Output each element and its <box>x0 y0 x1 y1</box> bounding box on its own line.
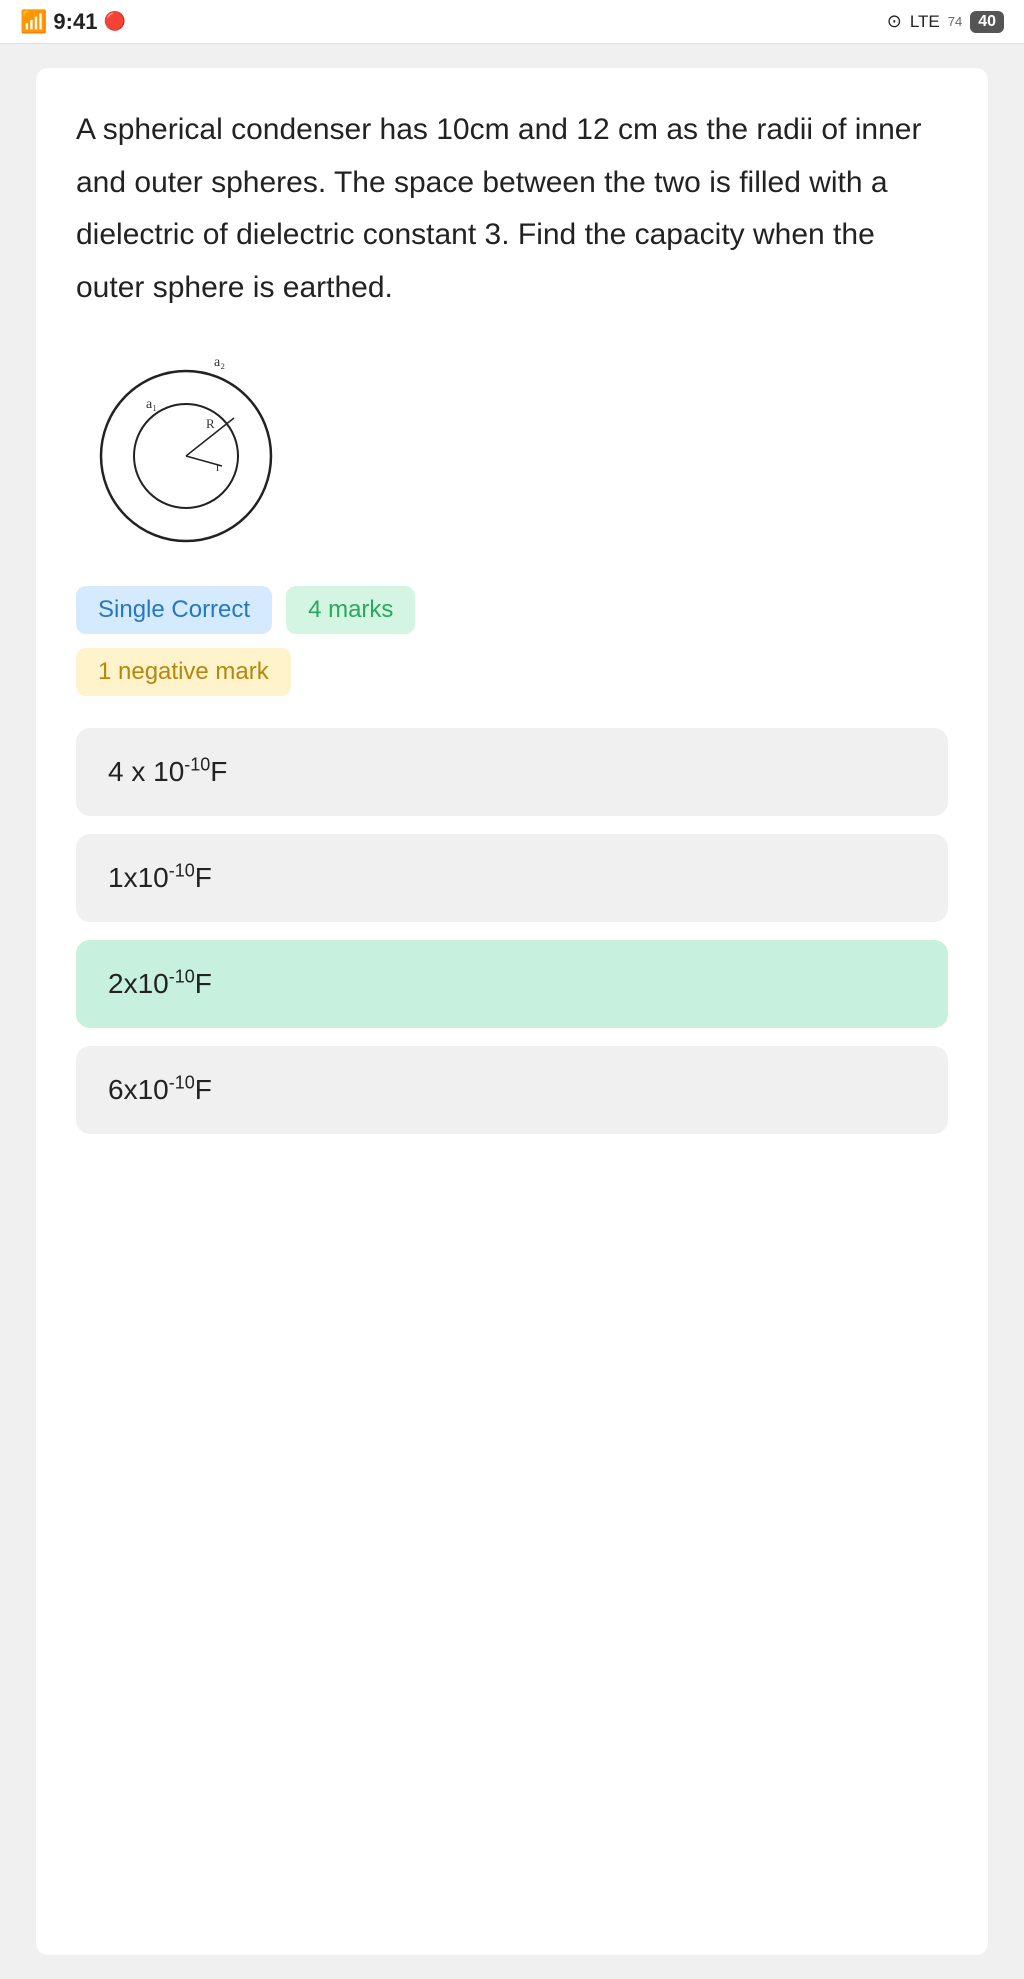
svg-text:a₂: a₂ <box>214 355 225 370</box>
recording-icon: 🔴 <box>103 11 125 32</box>
option-C-text: 2x10-10F <box>108 968 212 1000</box>
tag-negative-mark: 1 negative mark <box>76 648 291 696</box>
option-A-text: 4 x 10-10F <box>108 756 227 788</box>
option-D-text: 6x10-10F <box>108 1074 212 1106</box>
svg-text:a₁: a₁ <box>146 397 157 412</box>
option-B[interactable]: 1x10-10F <box>76 834 948 922</box>
option-B-sup: -10 <box>169 861 195 881</box>
option-D[interactable]: 6x10-10F <box>76 1046 948 1134</box>
tags-row-2: 1 negative mark <box>76 648 948 696</box>
question-text: A spherical condenser has 10cm and 12 cm… <box>76 104 948 314</box>
question-card: A spherical condenser has 10cm and 12 cm… <box>36 68 988 1955</box>
option-C[interactable]: 2x10-10F <box>76 940 948 1028</box>
spherical-condenser-diagram: a₂ a₁ R r <box>86 346 286 546</box>
battery-indicator: 40 <box>970 11 1004 33</box>
option-D-sup: -10 <box>169 1073 195 1093</box>
option-C-sup: -10 <box>169 967 195 987</box>
status-bar: 📶 9:41 🔴 ⊙ LTE 74 40 <box>0 0 1024 44</box>
tags-row: Single Correct 4 marks <box>76 586 948 634</box>
svg-text:R: R <box>206 416 215 431</box>
tag-single-correct: Single Correct <box>76 586 272 634</box>
lte-label: LTE <box>910 12 940 32</box>
status-right: ⊙ LTE 74 40 <box>887 11 1004 33</box>
svg-text:r: r <box>216 459 221 474</box>
tag-marks: 4 marks <box>286 586 415 634</box>
option-A-sup: -10 <box>184 755 210 775</box>
option-A[interactable]: 4 x 10-10F <box>76 728 948 816</box>
signal-icon: 📶 <box>20 9 47 35</box>
option-B-text: 1x10-10F <box>108 862 212 894</box>
network-strength: 74 <box>948 14 962 29</box>
signal-icon-right: ⊙ <box>887 11 902 32</box>
status-left: 📶 9:41 🔴 <box>20 9 126 35</box>
time-display: 9:41 <box>53 9 97 35</box>
diagram-container: a₂ a₁ R r <box>86 346 948 546</box>
options-list: 4 x 10-10F 1x10-10F 2x10-10F 6x10-10F <box>76 728 948 1134</box>
